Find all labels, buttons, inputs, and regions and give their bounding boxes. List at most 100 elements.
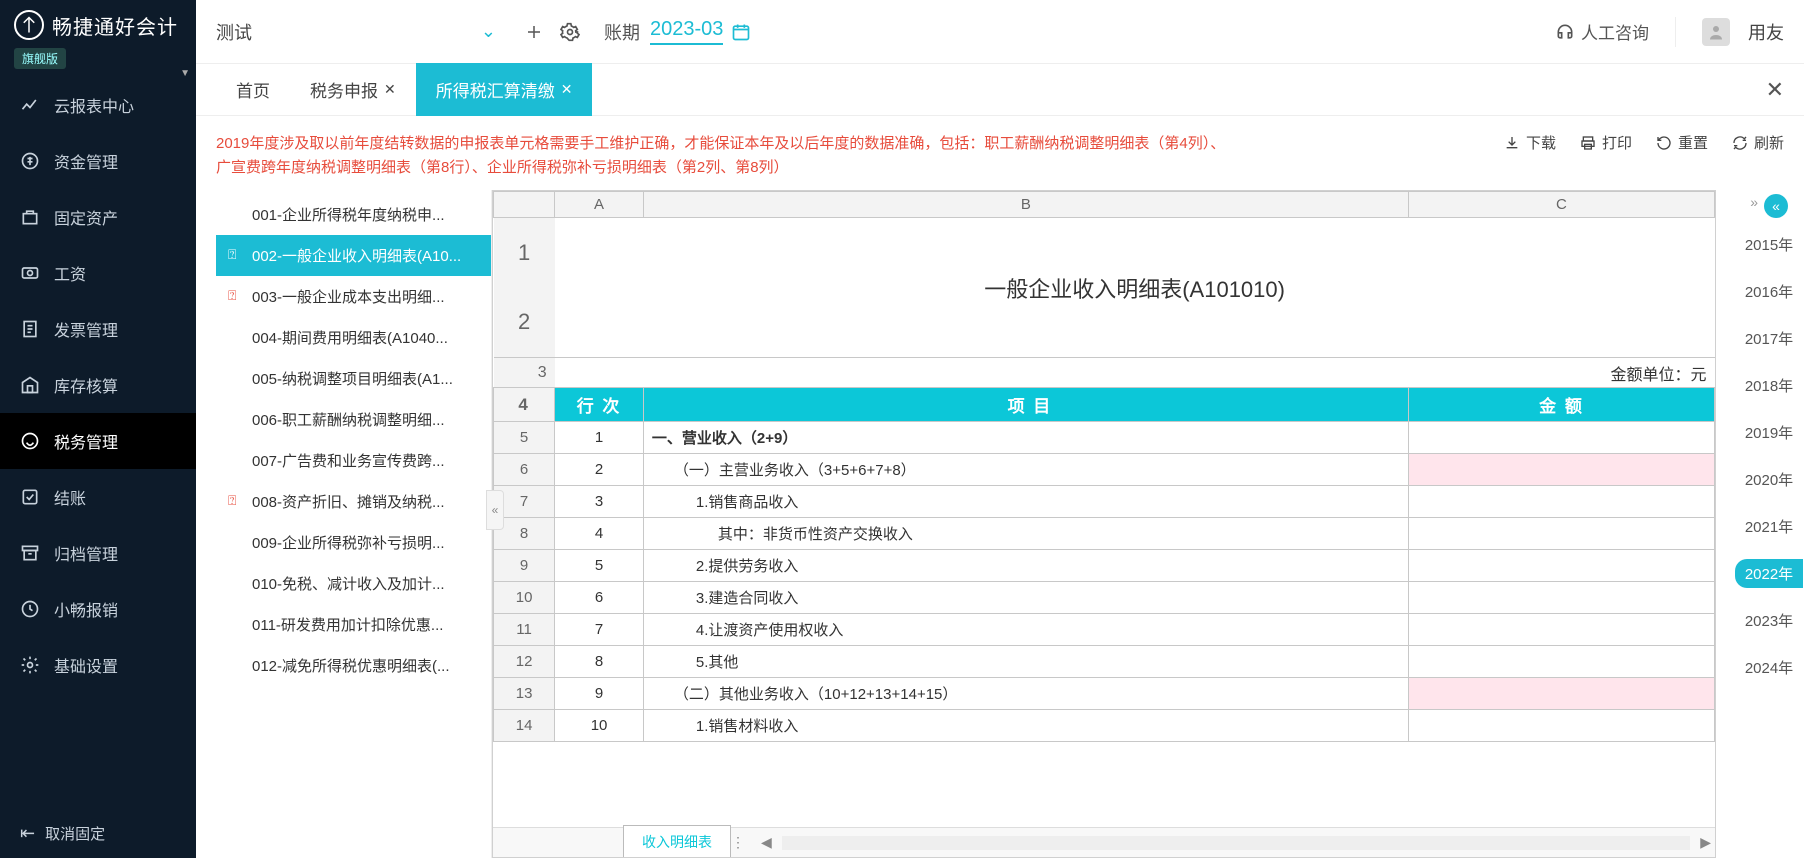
cell-item[interactable]: （一）主营业务收入（3+5+6+7+8） [643, 454, 1408, 486]
cell-seq[interactable]: 10 [555, 710, 644, 742]
calendar-icon[interactable] [731, 22, 751, 42]
cell-seq[interactable]: 7 [555, 614, 644, 646]
col-head-C[interactable]: C [1408, 192, 1714, 218]
cell-seq[interactable]: 5 [555, 550, 644, 582]
col-head-B[interactable]: B [643, 192, 1408, 218]
tree-item-11[interactable]: 012-减免所得税优惠明细表(... [216, 645, 491, 686]
sheet-table[interactable]: ABC1一般企业收入明细表(A101010)23金额单位：元4行 次项 目金 额… [493, 191, 1715, 742]
tree-item-10[interactable]: 011-研发费用加计扣除优惠... [216, 604, 491, 645]
data-row-10[interactable]: 14101.销售材料收入 [494, 710, 1715, 742]
sidebar-item-3[interactable]: 工资 [0, 245, 196, 301]
tree-collapse-button[interactable]: « [486, 490, 504, 530]
cell-item[interactable]: 3.建造合同收入 [643, 582, 1408, 614]
refresh-button[interactable]: 刷新 [1732, 132, 1784, 153]
expand-arrow-icon[interactable]: » [1750, 194, 1758, 210]
sheet-tab[interactable]: 收入明细表 [623, 825, 731, 858]
cell-seq[interactable]: 8 [555, 646, 644, 678]
year-item-2[interactable]: 2017年 [1739, 324, 1799, 353]
sidebar-item-9[interactable]: 小畅报销 [0, 581, 196, 637]
sheet-menu-icon[interactable]: ⋮ [731, 834, 745, 851]
tree-item-9[interactable]: 010-免税、减计收入及加计... [216, 563, 491, 604]
year-item-7[interactable]: 2022年 [1735, 559, 1803, 588]
sidebar-unpin[interactable]: ⇤ 取消固定 [0, 809, 196, 858]
settings-button[interactable] [552, 14, 588, 50]
cell-item[interactable]: 4.让渡资产使用权收入 [643, 614, 1408, 646]
sidebar-item-2[interactable]: 固定资产 [0, 189, 196, 245]
sidebar-item-1[interactable]: 资金管理 [0, 133, 196, 189]
cell-seq[interactable]: 1 [555, 422, 644, 454]
sidebar-item-8[interactable]: 归档管理 [0, 525, 196, 581]
tab-2[interactable]: 所得税汇算清缴✕ [416, 63, 593, 116]
year-item-3[interactable]: 2018年 [1739, 371, 1799, 400]
cell-amount[interactable] [1408, 582, 1714, 614]
cell-amount[interactable] [1408, 646, 1714, 678]
scroll-left-icon[interactable]: ◀ [761, 834, 772, 851]
tree-item-8[interactable]: 009-企业所得税弥补亏损明... [216, 522, 491, 563]
tab-close-icon[interactable]: ✕ [561, 81, 573, 98]
year-item-0[interactable]: 2015年 [1739, 230, 1799, 259]
expand-button[interactable]: « [1764, 194, 1788, 218]
sidebar-item-0[interactable]: 云报表中心 [0, 77, 196, 133]
cell-amount[interactable] [1408, 518, 1714, 550]
year-item-4[interactable]: 2019年 [1739, 418, 1799, 447]
print-button[interactable]: 打印 [1580, 132, 1632, 153]
add-button[interactable] [516, 14, 552, 50]
data-row-7[interactable]: 1174.让渡资产使用权收入 [494, 614, 1715, 646]
cell-amount[interactable] [1408, 710, 1714, 742]
avatar[interactable] [1702, 18, 1730, 46]
period-value[interactable]: 2023-03 [650, 18, 723, 45]
data-row-5[interactable]: 952.提供劳务收入 [494, 550, 1715, 582]
year-item-1[interactable]: 2016年 [1739, 277, 1799, 306]
reset-button[interactable]: 重置 [1656, 132, 1708, 153]
close-all-icon[interactable]: ✕ [1766, 77, 1784, 103]
cell-item[interactable]: 其中：非货币性资产交换收入 [643, 518, 1408, 550]
tree-item-4[interactable]: 005-纳税调整项目明细表(A1... [216, 358, 491, 399]
tab-close-icon[interactable]: ✕ [384, 81, 396, 98]
cell-seq[interactable]: 6 [555, 582, 644, 614]
tree-item-5[interactable]: 006-职工薪酬纳税调整明细... [216, 399, 491, 440]
data-row-3[interactable]: 731.销售商品收入 [494, 486, 1715, 518]
cell-amount[interactable] [1408, 454, 1714, 486]
horizontal-scrollbar[interactable] [782, 836, 1690, 850]
tree-item-1[interactable]: ⍰002-一般企业收入明细表(A10... [216, 235, 491, 276]
cell-seq[interactable]: 4 [555, 518, 644, 550]
tab-0[interactable]: 首页 [216, 63, 290, 116]
sidebar-item-7[interactable]: 结账 [0, 469, 196, 525]
tree-item-3[interactable]: 004-期间费用明细表(A1040... [216, 317, 491, 358]
year-item-8[interactable]: 2023年 [1739, 606, 1799, 635]
cell-item[interactable]: 一、营业收入（2+9） [643, 422, 1408, 454]
cell-seq[interactable]: 3 [555, 486, 644, 518]
data-row-8[interactable]: 1285.其他 [494, 646, 1715, 678]
cell-item[interactable]: 1.销售材料收入 [643, 710, 1408, 742]
cell-item[interactable]: 1.销售商品收入 [643, 486, 1408, 518]
sidebar-item-5[interactable]: 库存核算 [0, 357, 196, 413]
cell-item[interactable]: （二）其他业务收入（10+12+13+14+15） [643, 678, 1408, 710]
cell-amount[interactable] [1408, 550, 1714, 582]
cell-item[interactable]: 2.提供劳务收入 [643, 550, 1408, 582]
cell-amount[interactable] [1408, 614, 1714, 646]
data-row-9[interactable]: 139（二）其他业务收入（10+12+13+14+15） [494, 678, 1715, 710]
org-selector[interactable]: 测试 ⌄ [216, 19, 516, 45]
support-link[interactable]: 人工咨询 [1555, 19, 1649, 44]
year-item-6[interactable]: 2021年 [1739, 512, 1799, 541]
tree-item-6[interactable]: 007-广告费和业务宣传费跨... [216, 440, 491, 481]
cell-amount[interactable] [1408, 486, 1714, 518]
cell-amount[interactable] [1408, 678, 1714, 710]
username[interactable]: 用友 [1748, 19, 1784, 45]
data-row-6[interactable]: 1063.建造合同收入 [494, 582, 1715, 614]
data-row-4[interactable]: 84其中：非货币性资产交换收入 [494, 518, 1715, 550]
year-item-5[interactable]: 2020年 [1739, 465, 1799, 494]
tab-1[interactable]: 税务申报✕ [290, 63, 416, 116]
cell-seq[interactable]: 9 [555, 678, 644, 710]
sidebar-item-4[interactable]: 发票管理 [0, 301, 196, 357]
cell-item[interactable]: 5.其他 [643, 646, 1408, 678]
sidebar-item-10[interactable]: 基础设置 [0, 637, 196, 693]
year-item-9[interactable]: 2024年 [1739, 653, 1799, 682]
cell-amount[interactable] [1408, 422, 1714, 454]
tree-item-2[interactable]: ⍰003-一般企业成本支出明细... [216, 276, 491, 317]
sidebar-item-6[interactable]: 税务管理 [0, 413, 196, 469]
cell-seq[interactable]: 2 [555, 454, 644, 486]
tree-item-0[interactable]: 001-企业所得税年度纳税申... [216, 194, 491, 235]
tree-item-7[interactable]: ⍰008-资产折旧、摊销及纳税... [216, 481, 491, 522]
col-head-A[interactable]: A [555, 192, 644, 218]
